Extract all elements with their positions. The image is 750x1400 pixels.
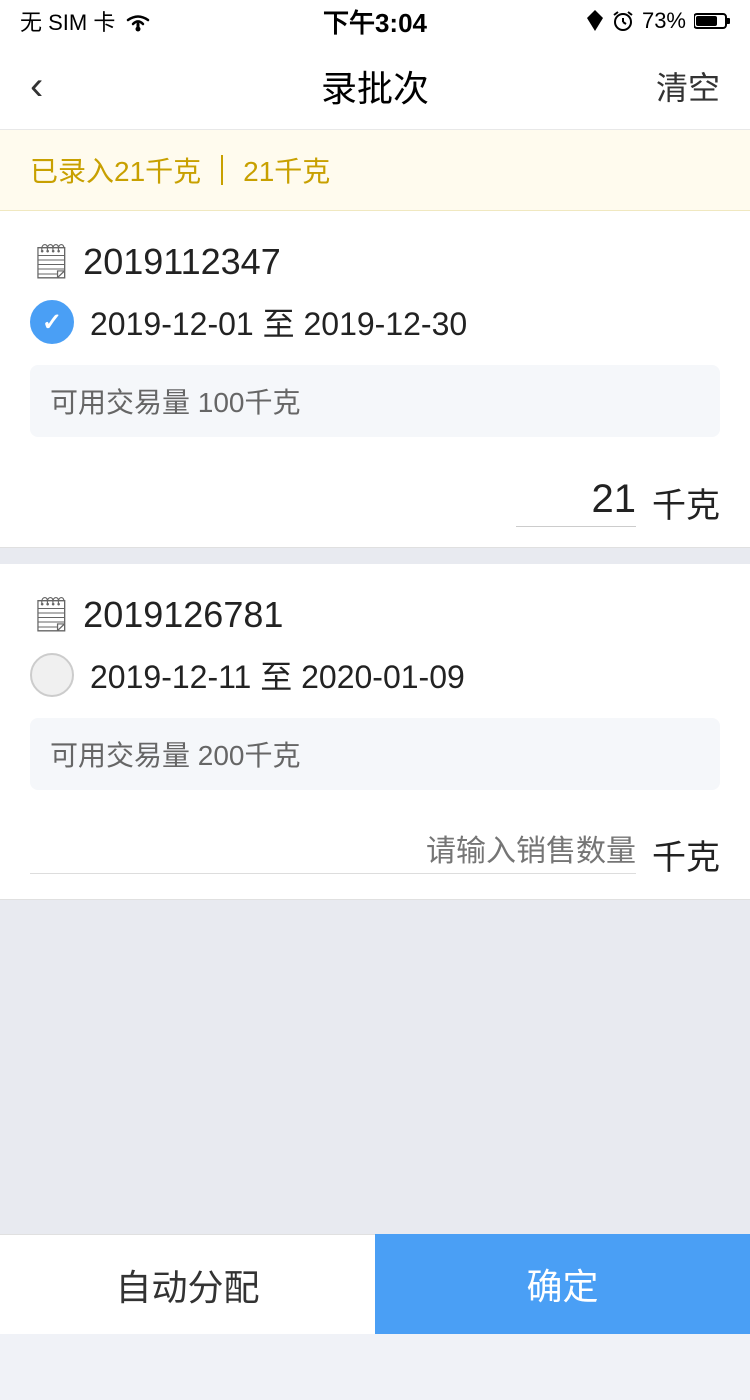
- batch-2-quantity-input[interactable]: [336, 835, 636, 869]
- main-content: 🗒 2019112347 2019-12-01 至 2019-12-30 可用交…: [0, 211, 750, 1400]
- bottom-bar: 自动分配 确定: [0, 1234, 750, 1334]
- batch-card-2: 🗒 2019126781 2019-12-11 至 2020-01-09 可用交…: [0, 564, 750, 810]
- status-bar-left: 无 SIM 卡: [20, 5, 153, 37]
- page-title: 录批次: [321, 60, 429, 112]
- batch-1-checkbox[interactable]: [30, 300, 74, 344]
- batch-1-icon: 🗒: [30, 242, 73, 282]
- batch-1-date-row: 2019-12-01 至 2019-12-30: [30, 299, 720, 345]
- batch-1-number: 2019112347: [83, 241, 281, 283]
- wifi-icon: [123, 10, 153, 32]
- battery-text: 73%: [642, 8, 686, 34]
- summary-bar: 已录入21千克 21千克: [0, 130, 750, 211]
- batch-1-quantity-input[interactable]: [516, 477, 636, 522]
- separator-1: [0, 548, 750, 564]
- status-bar-time: 下午3:04: [323, 3, 427, 40]
- batch-2-number: 2019126781: [83, 594, 283, 636]
- batch-2-date: 2019-12-11 至 2020-01-09: [90, 652, 465, 698]
- batch-2-header: 🗒 2019126781: [30, 594, 720, 636]
- batch-2-availability: 可用交易量 200千克: [50, 740, 301, 771]
- batch-card-1: 🗒 2019112347 2019-12-01 至 2019-12-30 可用交…: [0, 211, 750, 457]
- batch-2-input-underline: [30, 835, 636, 874]
- batch-1-date: 2019-12-01 至 2019-12-30: [90, 299, 467, 345]
- carrier-text: 无 SIM 卡: [20, 5, 115, 37]
- location-icon: [586, 9, 604, 33]
- status-bar-right: 73%: [586, 8, 730, 34]
- summary-divider: [221, 155, 223, 185]
- confirm-button[interactable]: 确定: [375, 1234, 750, 1334]
- batch-2-checkbox[interactable]: [30, 653, 74, 697]
- batch-1-quantity-row: 千克: [0, 457, 750, 548]
- clear-button[interactable]: 清空: [656, 63, 720, 109]
- auto-distribute-button[interactable]: 自动分配: [0, 1234, 375, 1334]
- batch-1-availability-box: 可用交易量 100千克: [30, 365, 720, 437]
- back-button[interactable]: ‹: [30, 66, 43, 106]
- batch-2-input-row: 千克: [0, 810, 750, 900]
- batch-2-icon: 🗒: [30, 595, 73, 635]
- status-bar: 无 SIM 卡 下午3:04 73%: [0, 0, 750, 42]
- batch-1-availability: 可用交易量 100千克: [50, 387, 301, 418]
- batch-1-unit: 千克: [652, 478, 720, 527]
- alarm-icon: [612, 10, 634, 32]
- batch-2-availability-box: 可用交易量 200千克: [30, 718, 720, 790]
- batch-2-unit: 千克: [652, 830, 720, 879]
- nav-bar: ‹ 录批次 清空: [0, 42, 750, 130]
- batch-2-date-row: 2019-12-11 至 2020-01-09: [30, 652, 720, 698]
- batch-1-header: 🗒 2019112347: [30, 241, 720, 283]
- batch-1-quantity-underline: [516, 477, 636, 527]
- summary-label: 已录入21千克: [30, 150, 201, 190]
- battery-icon: [694, 12, 730, 30]
- summary-value: 21千克: [243, 150, 330, 190]
